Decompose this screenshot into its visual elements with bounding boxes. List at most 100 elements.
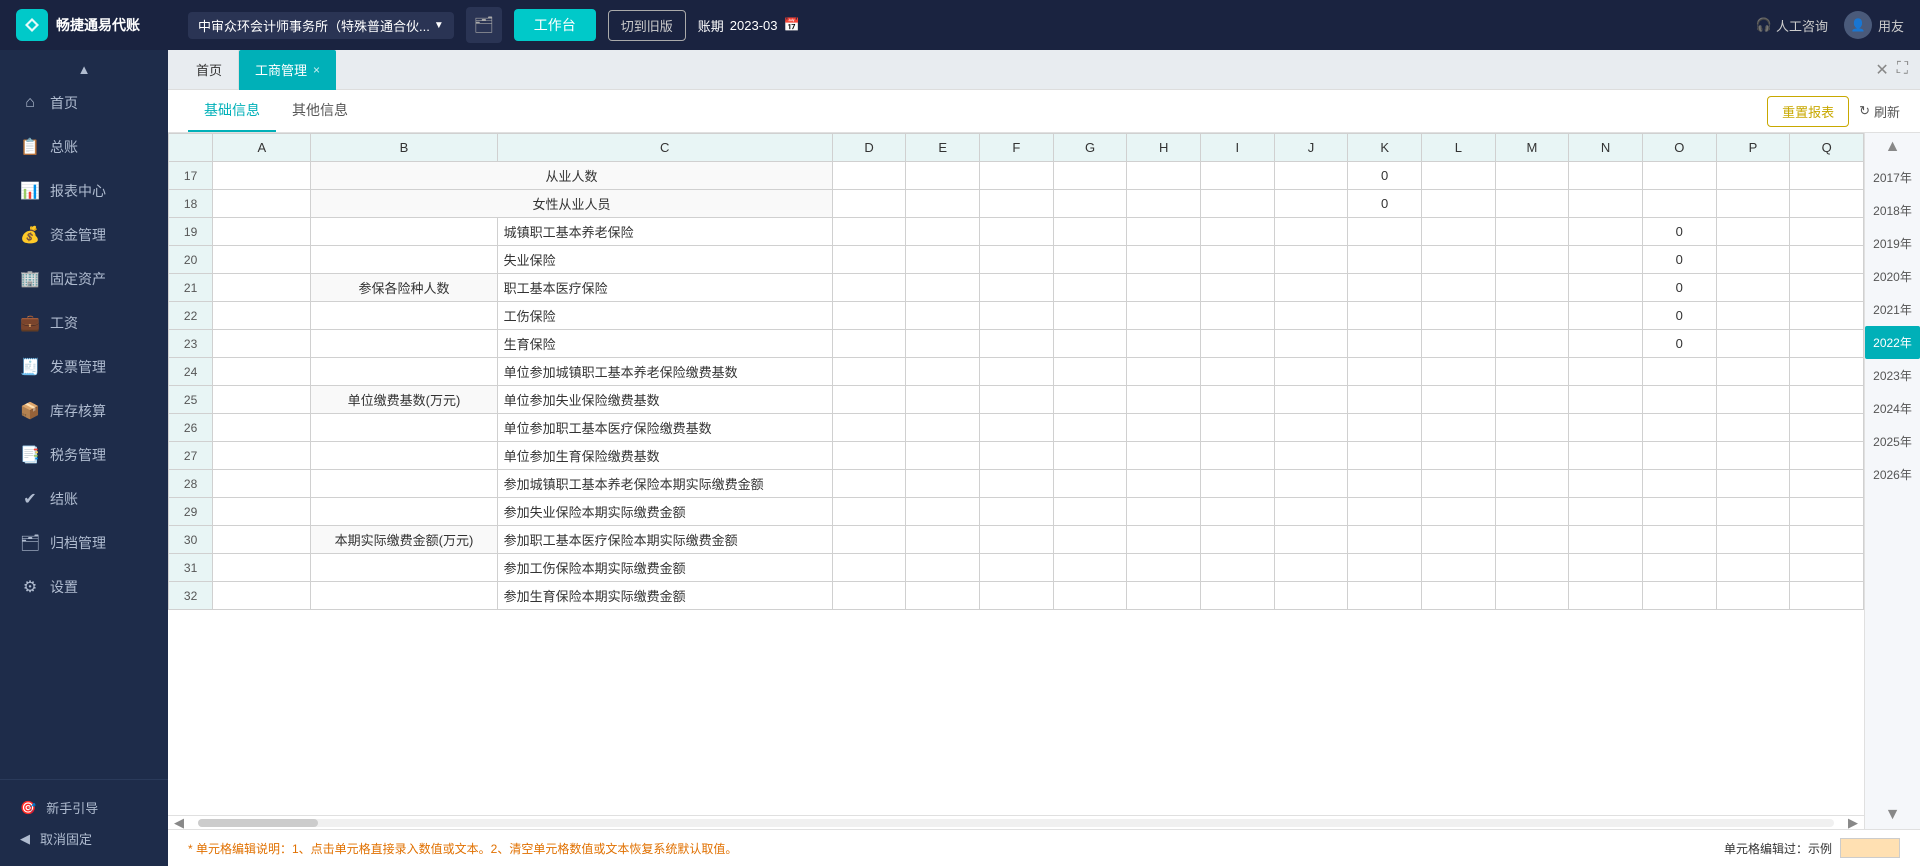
cell-18-I[interactable]	[1201, 190, 1275, 218]
cell-18-O[interactable]	[1642, 190, 1716, 218]
cell-20-E[interactable]	[906, 246, 980, 274]
cell-21-F[interactable]	[980, 274, 1054, 302]
cell-30-N[interactable]	[1569, 526, 1643, 554]
sidebar-item-funds[interactable]: 💰 资金管理	[0, 213, 168, 257]
cell-18-D[interactable]	[832, 190, 906, 218]
cell-28-Q[interactable]	[1790, 470, 1864, 498]
cell-27-I[interactable]	[1201, 442, 1275, 470]
scroll-track[interactable]	[198, 819, 1834, 827]
cell-19-Q[interactable]	[1790, 218, 1864, 246]
cell-21-H[interactable]	[1127, 274, 1201, 302]
cell-18-Q[interactable]	[1790, 190, 1864, 218]
cell-23-Q[interactable]	[1790, 330, 1864, 358]
cell-20-A[interactable]	[213, 246, 311, 274]
cell-28-N[interactable]	[1569, 470, 1643, 498]
cell-26-Q[interactable]	[1790, 414, 1864, 442]
cell-29-G[interactable]	[1053, 498, 1127, 526]
cell-19-M[interactable]	[1495, 218, 1569, 246]
cell-25-N[interactable]	[1569, 386, 1643, 414]
cell-23-B[interactable]	[311, 330, 497, 358]
cell-23-A[interactable]	[213, 330, 311, 358]
cell-22-D[interactable]	[832, 302, 906, 330]
cell-25-L[interactable]	[1421, 386, 1495, 414]
year-item-2025[interactable]: 2025年	[1865, 425, 1920, 458]
cell-21-G[interactable]	[1053, 274, 1127, 302]
sidebar-item-home[interactable]: ⌂ 首页	[0, 81, 168, 125]
cell-32-B[interactable]	[311, 582, 497, 610]
cell-31-K[interactable]	[1348, 554, 1422, 582]
cell-27-O[interactable]	[1642, 442, 1716, 470]
cell-20-C[interactable]: 失业保险	[497, 246, 832, 274]
cell-22-H[interactable]	[1127, 302, 1201, 330]
sub-tab-basic[interactable]: 基础信息	[188, 90, 276, 132]
cell-17-Q[interactable]	[1790, 162, 1864, 190]
cell-24-Q[interactable]	[1790, 358, 1864, 386]
cell-20-M[interactable]	[1495, 246, 1569, 274]
cell-25-F[interactable]	[980, 386, 1054, 414]
cell-30-E[interactable]	[906, 526, 980, 554]
cell-18-F[interactable]	[980, 190, 1054, 218]
cell-22-K[interactable]	[1348, 302, 1422, 330]
cell-21-E[interactable]	[906, 274, 980, 302]
cell-29-I[interactable]	[1201, 498, 1275, 526]
cell-22-G[interactable]	[1053, 302, 1127, 330]
cell-19-J[interactable]	[1274, 218, 1348, 246]
cell-17-L[interactable]	[1421, 162, 1495, 190]
sidebar-item-settings[interactable]: ⚙ 设置	[0, 565, 168, 609]
cell-31-B[interactable]	[311, 554, 497, 582]
calendar-icon[interactable]: 📅	[784, 17, 800, 33]
cell-23-P[interactable]	[1716, 330, 1790, 358]
cell-32-N[interactable]	[1569, 582, 1643, 610]
cell-32-D[interactable]	[832, 582, 906, 610]
year-item-2024[interactable]: 2024年	[1865, 392, 1920, 425]
cell-23-E[interactable]	[906, 330, 980, 358]
cell-26-D[interactable]	[832, 414, 906, 442]
scroll-left-arrow[interactable]: ◀	[168, 815, 190, 830]
cell-28-A[interactable]	[213, 470, 311, 498]
cell-26-A[interactable]	[213, 414, 311, 442]
cell-24-L[interactable]	[1421, 358, 1495, 386]
switch-version-button[interactable]: 切到旧版	[608, 10, 686, 41]
cell-18-H[interactable]	[1127, 190, 1201, 218]
cell-30-B[interactable]: 本期实际缴费金额(万元)	[311, 526, 497, 554]
sidebar-item-closing[interactable]: ✔ 结账	[0, 477, 168, 521]
cell-22-B[interactable]	[311, 302, 497, 330]
tab-business[interactable]: 工商管理 ×	[239, 50, 336, 90]
cell-18-P[interactable]	[1716, 190, 1790, 218]
cell-18-K[interactable]: 0	[1348, 190, 1422, 218]
cell-21-B[interactable]: 参保各险种人数	[311, 274, 497, 302]
cell-29-D[interactable]	[832, 498, 906, 526]
cell-17-A[interactable]	[213, 162, 311, 190]
cell-19-F[interactable]	[980, 218, 1054, 246]
cell-24-E[interactable]	[906, 358, 980, 386]
cell-31-C[interactable]: 参加工伤保险本期实际缴费金额	[497, 554, 832, 582]
sidebar-item-reports[interactable]: 📊 报表中心	[0, 169, 168, 213]
cell-29-B[interactable]	[311, 498, 497, 526]
unpin-button[interactable]: ◀ 取消固定	[20, 823, 148, 854]
sidebar-item-archive[interactable]: 🗂 归档管理	[0, 521, 168, 565]
year-item-2020[interactable]: 2020年	[1865, 260, 1920, 293]
maximize-window-button[interactable]: ⛶	[1897, 60, 1908, 80]
cell-24-F[interactable]	[980, 358, 1054, 386]
sidebar-item-inventory[interactable]: 📦 库存核算	[0, 389, 168, 433]
cell-25-A[interactable]	[213, 386, 311, 414]
cell-25-E[interactable]	[906, 386, 980, 414]
company-selector[interactable]: 中审众环会计师事务所（特殊普通合伙... ▼	[188, 12, 454, 39]
cell-21-Q[interactable]	[1790, 274, 1864, 302]
cell-32-G[interactable]	[1053, 582, 1127, 610]
cell-28-C[interactable]: 参加城镇职工基本养老保险本期实际缴费金额	[497, 470, 832, 498]
cell-31-N[interactable]	[1569, 554, 1643, 582]
cell-18-E[interactable]	[906, 190, 980, 218]
cell-31-E[interactable]	[906, 554, 980, 582]
cell-20-Q[interactable]	[1790, 246, 1864, 274]
cell-22-C[interactable]: 工伤保险	[497, 302, 832, 330]
cell-28-P[interactable]	[1716, 470, 1790, 498]
cell-29-Q[interactable]	[1790, 498, 1864, 526]
cell-32-H[interactable]	[1127, 582, 1201, 610]
cell-28-B[interactable]	[311, 470, 497, 498]
cell-17-I[interactable]	[1201, 162, 1275, 190]
cell-26-N[interactable]	[1569, 414, 1643, 442]
cell-17-M[interactable]	[1495, 162, 1569, 190]
cell-23-O[interactable]: 0	[1642, 330, 1716, 358]
cell-23-G[interactable]	[1053, 330, 1127, 358]
